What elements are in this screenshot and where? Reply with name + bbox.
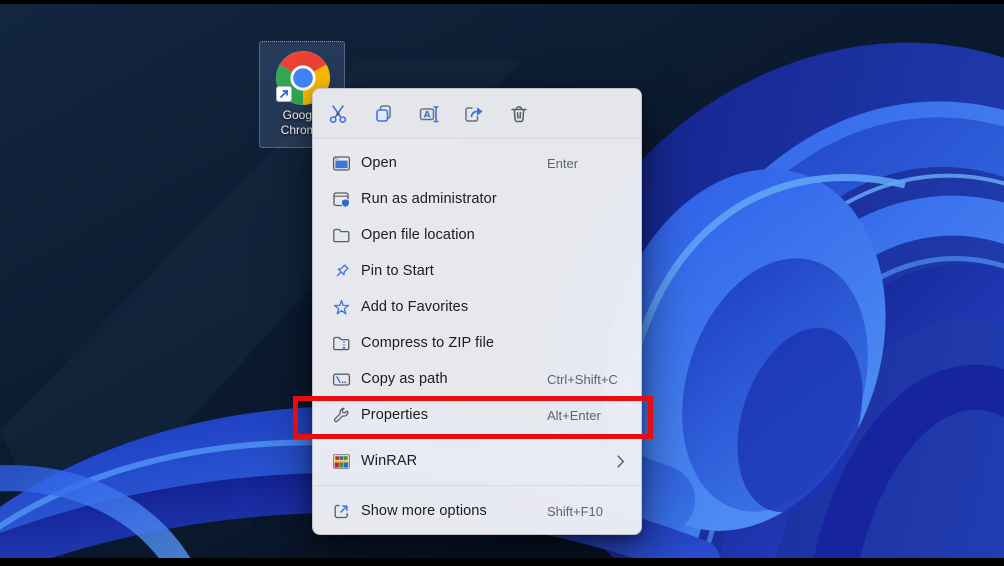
menu-item-label: WinRAR [361, 453, 418, 469]
menu-item-properties[interactable]: Properties Alt+Enter [313, 397, 641, 433]
menu-separator [314, 485, 640, 486]
pin-icon [331, 261, 351, 281]
rename-icon[interactable]: A [412, 95, 446, 133]
copy-icon[interactable] [367, 95, 401, 133]
menu-item-shortcut: Shift+F10 [547, 503, 604, 519]
menu-item-run-as-administrator[interactable]: Run as administrator [313, 181, 641, 217]
menu-item-add-to-favorites[interactable]: Add to Favorites [313, 289, 641, 325]
menu-item-show-more-options[interactable]: Show more options Shift+F10 [313, 493, 641, 529]
menu-item-winrar[interactable]: WinRAR [313, 443, 641, 479]
context-menu: A Open Enter Run as administrator Open f… [312, 88, 642, 535]
zip-folder-icon [331, 333, 351, 353]
context-menu-items: Open Enter Run as administrator Open fil… [313, 139, 641, 529]
menu-spacer [313, 433, 641, 443]
menu-item-label: Run as administrator [361, 191, 497, 207]
svg-text:A: A [424, 110, 431, 120]
menu-item-shortcut: Enter [547, 155, 579, 171]
winrar-icon [331, 451, 351, 471]
menu-item-label: Add to Favorites [361, 299, 469, 315]
menu-item-open[interactable]: Open Enter [313, 145, 641, 181]
star-icon [331, 297, 351, 317]
menu-item-label: Properties [361, 407, 429, 423]
submenu-chevron-icon [617, 455, 625, 472]
desktop: Google Chrome A Open Enter Run as admini… [0, 0, 1004, 566]
path-icon [331, 369, 351, 389]
menu-item-pin-to-start[interactable]: Pin to Start [313, 253, 641, 289]
delete-icon[interactable] [502, 95, 536, 133]
menu-item-copy-as-path[interactable]: Copy as path Ctrl+Shift+C [313, 361, 641, 397]
menu-item-label: Open [361, 155, 397, 171]
menu-item-shortcut: Ctrl+Shift+C [547, 371, 618, 387]
share-icon[interactable] [457, 95, 491, 133]
menu-item-open-file-location[interactable]: Open file location [313, 217, 641, 253]
menu-item-label: Compress to ZIP file [361, 335, 495, 351]
menu-item-label: Open file location [361, 227, 475, 243]
context-menu-toolbar: A [313, 89, 641, 139]
admin-shield-icon [331, 189, 351, 209]
open-window-icon [331, 153, 351, 173]
folder-icon [331, 225, 351, 245]
cut-icon[interactable] [322, 95, 356, 133]
wrench-icon [331, 405, 351, 425]
show-more-icon [331, 501, 351, 521]
menu-item-shortcut: Alt+Enter [547, 407, 601, 423]
menu-item-compress-to-zip[interactable]: Compress to ZIP file [313, 325, 641, 361]
menu-item-label: Copy as path [361, 371, 448, 387]
menu-item-label: Show more options [361, 503, 487, 519]
menu-item-label: Pin to Start [361, 263, 434, 279]
shortcut-arrow-icon [276, 86, 292, 102]
